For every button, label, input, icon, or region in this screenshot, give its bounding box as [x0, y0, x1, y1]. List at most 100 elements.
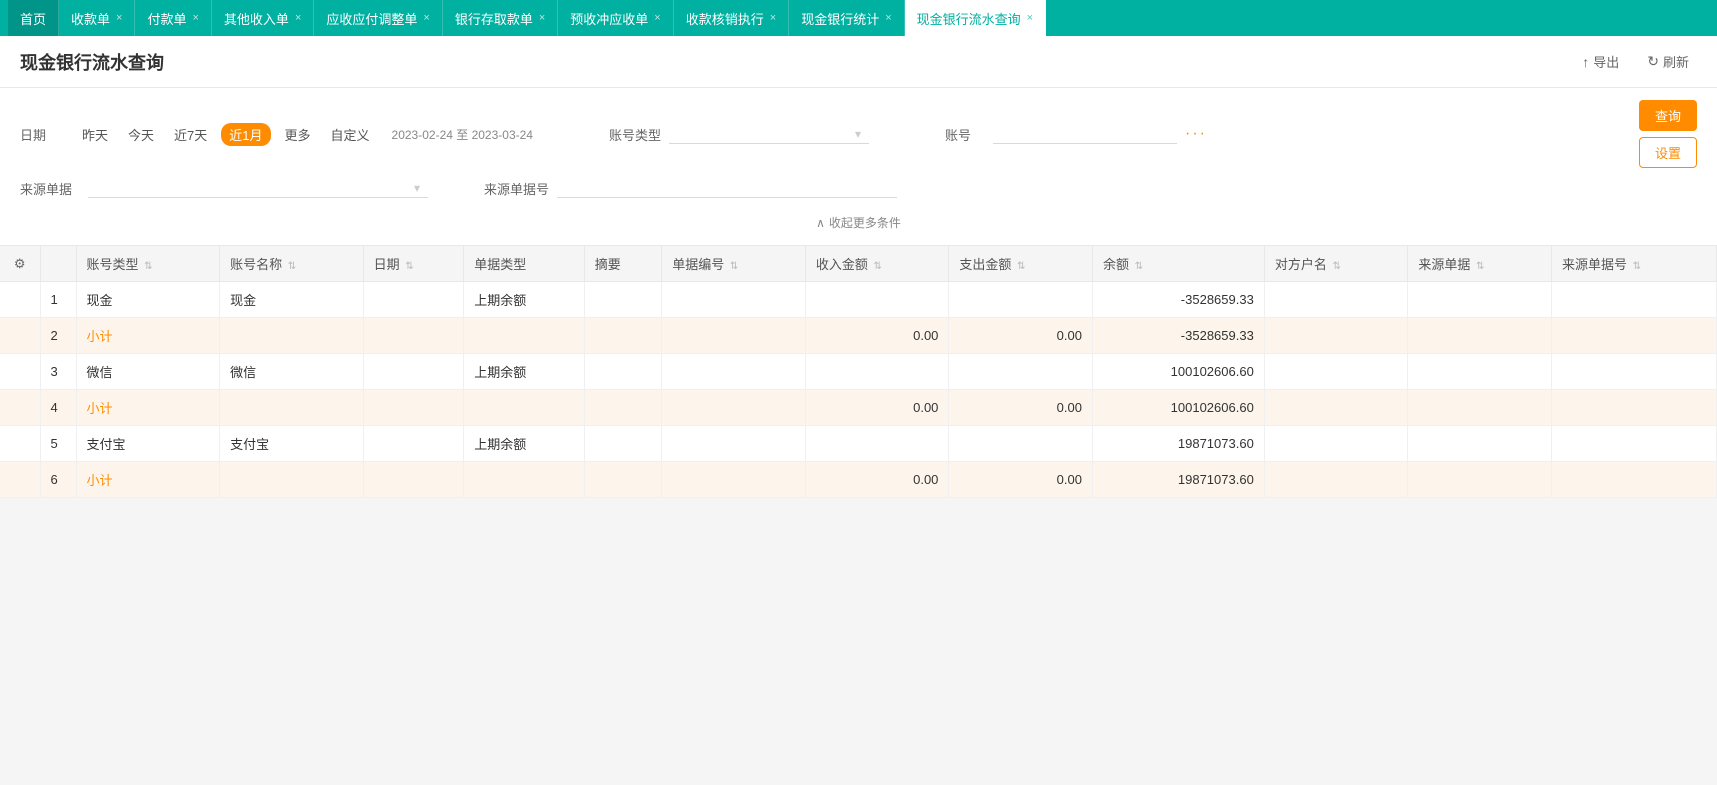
account-type-cell: 小计: [76, 318, 220, 354]
settings-cell: [0, 282, 40, 318]
doc-type-cell: 上期余额: [464, 282, 584, 318]
filter-row-date: 日期 昨天 今天 近7天 近1月 更多 自定义 2023-02-24 至 202…: [20, 100, 1697, 168]
source-doc-no-input[interactable]: [557, 178, 897, 198]
settings-cell: [0, 354, 40, 390]
close-icon[interactable]: ×: [885, 12, 891, 24]
balance-cell: 100102606.60: [1092, 354, 1264, 390]
balance-col-header[interactable]: 余额 ⇅: [1092, 246, 1264, 282]
source-doc-cell: [1408, 426, 1552, 462]
table-row: 4小计0.000.00100102606.60: [0, 390, 1717, 426]
doc-no-cell: [662, 462, 806, 498]
account-name-col-header[interactable]: 账号名称 ⇅: [220, 246, 364, 282]
nav-tab-bank-stats[interactable]: 现金银行统计 ×: [789, 0, 904, 36]
summary-cell: [584, 462, 662, 498]
account-label: 账号: [945, 125, 985, 144]
account-type-col-header[interactable]: 账号类型 ⇅: [76, 246, 220, 282]
settings-cell: [0, 318, 40, 354]
nav-tab-bank-flow[interactable]: 现金银行流水查询 ×: [905, 0, 1046, 36]
top-navigation: 首页 收款单 × 付款单 × 其他收入单 × 应收应付调整单 × 银行存取款单 …: [0, 0, 1717, 36]
chevron-down-icon: ▾: [855, 127, 861, 141]
account-type-select[interactable]: ▾: [669, 125, 869, 144]
nav-tab-verify-exec[interactable]: 收款核销执行 ×: [674, 0, 789, 36]
nav-tab-ar-adjust[interactable]: 应收应付调整单 ×: [314, 0, 442, 36]
query-button[interactable]: 查询: [1639, 100, 1697, 131]
settings-col-header[interactable]: ⚙: [0, 246, 40, 282]
nav-tab-other-income[interactable]: 其他收入单 ×: [212, 0, 314, 36]
close-icon[interactable]: ×: [423, 12, 429, 24]
income-col-header[interactable]: 收入金额 ⇅: [805, 246, 949, 282]
refresh-button[interactable]: ↻ 刷新: [1639, 48, 1697, 75]
shortcut-7days[interactable]: 近7天: [168, 123, 213, 146]
source-doc-col-header[interactable]: 来源单据 ⇅: [1408, 246, 1552, 282]
table-row: 5支付宝支付宝上期余额19871073.60: [0, 426, 1717, 462]
row-num-cell: 6: [40, 462, 76, 498]
doc-no-col-header[interactable]: 单据编号 ⇅: [662, 246, 806, 282]
expense-col-header[interactable]: 支出金额 ⇅: [949, 246, 1093, 282]
close-icon[interactable]: ×: [770, 12, 776, 24]
counterparty-cell: [1264, 318, 1408, 354]
shortcut-1month[interactable]: 近1月: [221, 123, 270, 146]
close-icon[interactable]: ×: [192, 12, 198, 24]
account-input[interactable]: [993, 124, 1177, 144]
shortcut-yesterday[interactable]: 昨天: [76, 123, 114, 146]
page-title: 现金银行流水查询: [20, 49, 164, 75]
expense-cell: 0.00: [949, 390, 1093, 426]
shortcut-more[interactable]: 更多: [279, 123, 317, 146]
source-doc-label: 来源单据: [20, 179, 72, 198]
account-name-cell: [220, 462, 364, 498]
doc-type-cell: [464, 318, 584, 354]
close-icon[interactable]: ×: [654, 12, 660, 24]
shortcut-today[interactable]: 今天: [122, 123, 160, 146]
filter-row-source: 来源单据 ▾ 来源单据号: [20, 178, 1697, 198]
table-body: 1现金现金上期余额-3528659.332小计0.000.00-3528659.…: [0, 282, 1717, 498]
nav-tab-home[interactable]: 首页: [8, 0, 59, 36]
source-doc-select[interactable]: ▾: [88, 179, 428, 198]
income-cell: 0.00: [805, 318, 949, 354]
nav-tab-bank-deposit[interactable]: 银行存取款单 ×: [443, 0, 558, 36]
summary-col-header: 摘要: [584, 246, 662, 282]
expense-cell: 0.00: [949, 462, 1093, 498]
account-type-cell: 现金: [76, 282, 220, 318]
doc-no-cell: [662, 354, 806, 390]
date-cell: [363, 318, 464, 354]
date-col-header[interactable]: 日期 ⇅: [363, 246, 464, 282]
counterparty-cell: [1264, 282, 1408, 318]
close-icon[interactable]: ×: [539, 12, 545, 24]
close-icon[interactable]: ×: [295, 12, 301, 24]
header-actions: ↑ 导出 ↻ 刷新: [1574, 48, 1697, 75]
source-doc-cell: [1408, 390, 1552, 426]
income-cell: [805, 282, 949, 318]
settings-button[interactable]: 设置: [1639, 137, 1697, 168]
account-type-label: 账号类型: [609, 125, 661, 144]
date-cell: [363, 354, 464, 390]
doc-type-cell: [464, 390, 584, 426]
row-num-col-header: [40, 246, 76, 282]
source-doc-no-col-header[interactable]: 来源单据号 ⇅: [1551, 246, 1716, 282]
date-cell: [363, 462, 464, 498]
filter-area: 日期 昨天 今天 近7天 近1月 更多 自定义 2023-02-24 至 202…: [0, 88, 1717, 246]
collapse-bar[interactable]: ∧ 收起更多条件: [20, 208, 1697, 233]
close-icon[interactable]: ×: [1027, 12, 1033, 24]
source-doc-cell: [1408, 354, 1552, 390]
doc-no-cell: [662, 390, 806, 426]
close-icon[interactable]: ×: [116, 12, 122, 24]
nav-tab-payment[interactable]: 付款单 ×: [135, 0, 211, 36]
date-cell: [363, 390, 464, 426]
shortcut-custom[interactable]: 自定义: [325, 123, 376, 146]
balance-cell: 19871073.60: [1092, 426, 1264, 462]
settings-cell: [0, 426, 40, 462]
doc-type-cell: 上期余额: [464, 354, 584, 390]
date-filter-label: 日期: [20, 125, 60, 144]
counterparty-col-header[interactable]: 对方户名 ⇅: [1264, 246, 1408, 282]
nav-tab-receipt[interactable]: 收款单 ×: [59, 0, 135, 36]
row-num-cell: 1: [40, 282, 76, 318]
expense-cell: 0.00: [949, 318, 1093, 354]
summary-cell: [584, 318, 662, 354]
row-num-cell: 5: [40, 426, 76, 462]
export-button[interactable]: ↑ 导出: [1574, 48, 1627, 75]
nav-tab-prepay-offset[interactable]: 预收冲应收单 ×: [558, 0, 673, 36]
source-doc-no-label: 来源单据号: [484, 179, 549, 198]
account-name-cell: [220, 318, 364, 354]
account-browse-button[interactable]: ···: [1185, 125, 1207, 143]
expense-cell: [949, 282, 1093, 318]
